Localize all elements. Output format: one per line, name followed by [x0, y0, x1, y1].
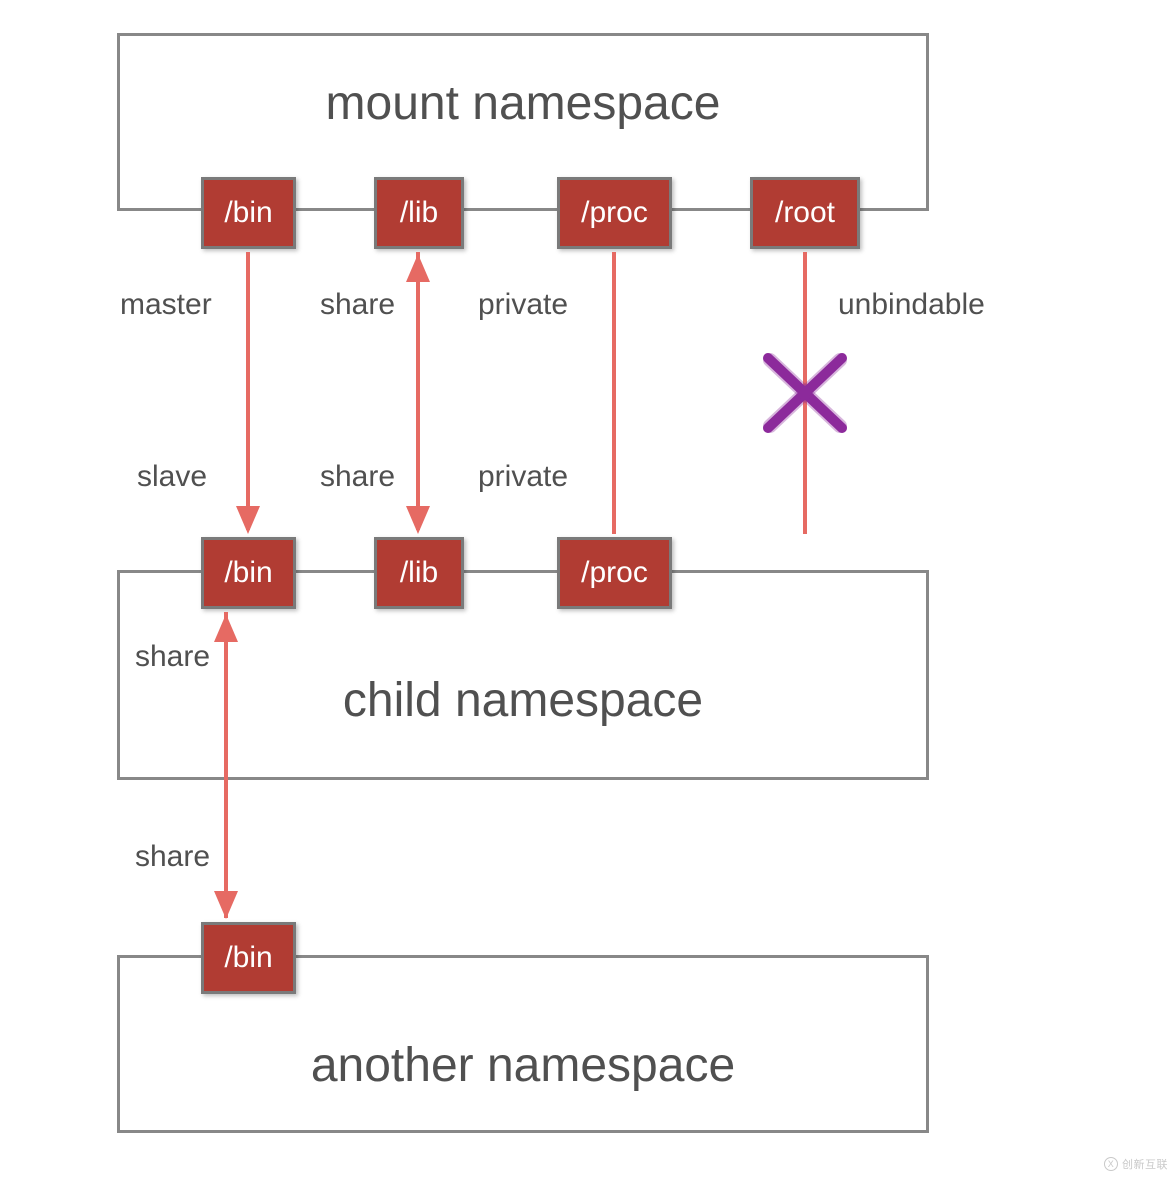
- mount-top-bin: /bin: [201, 177, 296, 249]
- label-master: master: [120, 288, 212, 322]
- mount-mid-bin: /bin: [201, 537, 296, 609]
- label-private-top: private: [478, 288, 568, 322]
- mount-mid-lib: /lib: [374, 537, 464, 609]
- label-unbindable: unbindable: [838, 288, 985, 322]
- label-share-mid-upper: share: [135, 640, 210, 674]
- label-share-bot-lib: share: [320, 460, 395, 494]
- mount-top-lib: /lib: [374, 177, 464, 249]
- mount-bot-bin: /bin: [201, 922, 296, 994]
- label-private-bot: private: [478, 460, 568, 494]
- watermark-icon: X: [1104, 1157, 1118, 1171]
- label-share-mid-lower: share: [135, 840, 210, 874]
- watermark: X 创新互联: [1104, 1156, 1168, 1172]
- mount-top-proc: /proc: [557, 177, 672, 249]
- mount-top-root: /root: [750, 177, 860, 249]
- label-share-top-lib: share: [320, 288, 395, 322]
- label-slave: slave: [137, 460, 207, 494]
- mount-mid-proc: /proc: [557, 537, 672, 609]
- another-namespace-label: another namespace: [120, 1038, 926, 1093]
- watermark-text: 创新互联: [1122, 1156, 1168, 1172]
- mount-namespace-label: mount namespace: [120, 76, 926, 131]
- child-namespace-label: child namespace: [120, 673, 926, 728]
- cross-icon: [768, 358, 842, 428]
